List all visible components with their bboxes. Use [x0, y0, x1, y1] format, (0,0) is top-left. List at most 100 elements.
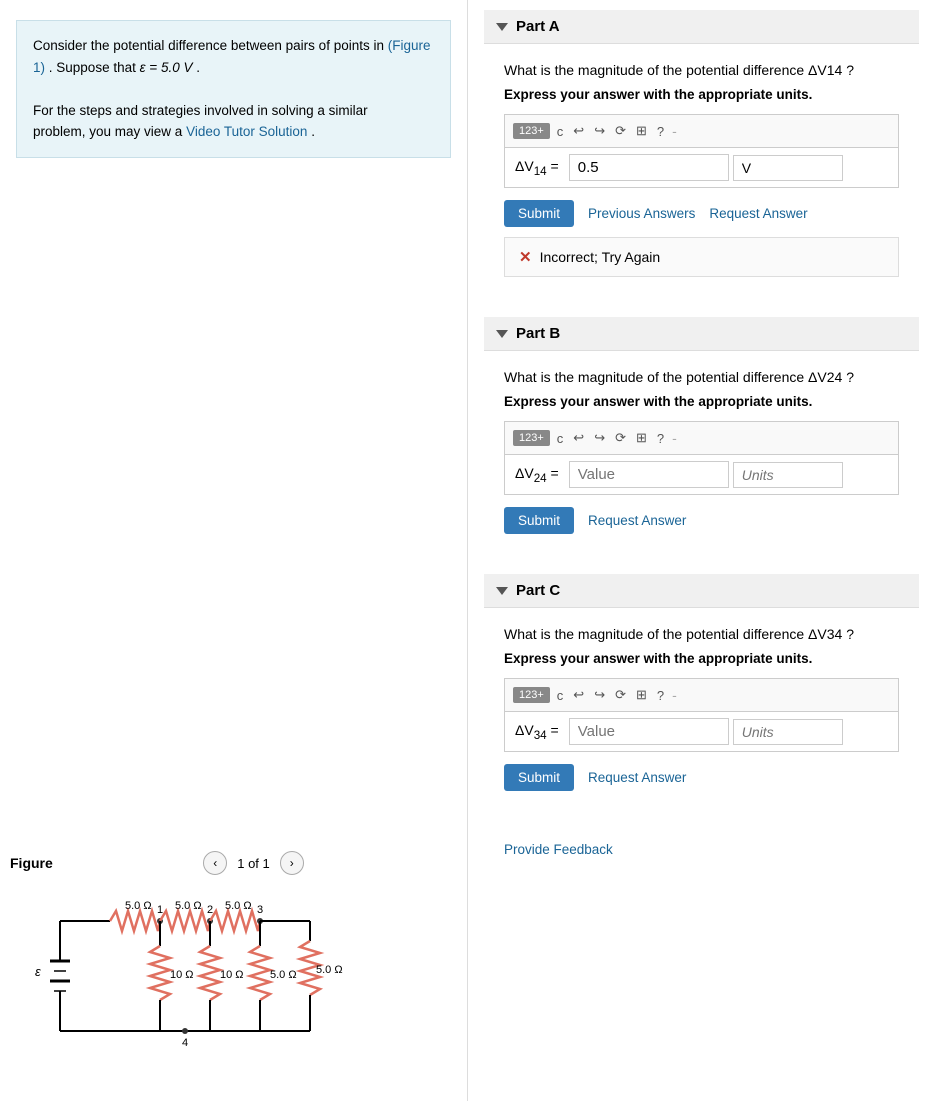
- part-a-value-input[interactable]: [569, 154, 729, 181]
- part-c-title: Part C: [516, 582, 560, 599]
- part-c-value-input[interactable]: [569, 718, 729, 745]
- part-b-toolbar: 123+ c ↩ ↪ ⟳ ⊞ ? -: [504, 421, 899, 454]
- part-a-question: What is the magnitude of the potential d…: [504, 60, 899, 81]
- svg-text:5.0 Ω: 5.0 Ω: [316, 964, 343, 976]
- part-a-submit-row: Submit Previous Answers Request Answer: [504, 200, 899, 227]
- part-a-answer-row: ΔV14 =: [504, 147, 899, 188]
- part-b-undo-icon[interactable]: ↩: [570, 428, 587, 448]
- part-b-title: Part B: [516, 325, 560, 342]
- part-c-grid-icon[interactable]: ⊞: [633, 685, 650, 705]
- part-c-units-input[interactable]: [733, 719, 843, 745]
- part-a-submit-btn[interactable]: Submit: [504, 200, 574, 227]
- part-a-label: ΔV14 =: [515, 158, 559, 178]
- part-b-collapse-icon[interactable]: [496, 330, 508, 338]
- part-c-undo-icon[interactable]: ↩: [570, 685, 587, 705]
- svg-text:2: 2: [207, 904, 213, 916]
- part-b-value-input[interactable]: [569, 461, 729, 488]
- part-c-123-btn[interactable]: 123+: [513, 687, 550, 703]
- part-c-sep: -: [672, 687, 677, 703]
- part-b-header: Part B: [484, 317, 919, 351]
- incorrect-text: Incorrect; Try Again: [540, 249, 661, 265]
- svg-text:5.0 Ω: 5.0 Ω: [175, 900, 202, 912]
- part-b-refresh-icon[interactable]: ⟳: [612, 428, 629, 448]
- part-a-grid-icon[interactable]: ⊞: [633, 121, 650, 141]
- part-a-incorrect-box: ✕ Incorrect; Try Again: [504, 237, 899, 277]
- feedback-area: Provide Feedback: [484, 831, 919, 867]
- svg-text:4: 4: [182, 1037, 188, 1049]
- video-tutor-link[interactable]: Video Tutor Solution: [186, 124, 307, 139]
- left-panel: Consider the potential difference betwee…: [0, 0, 468, 1101]
- part-c-answer-row: ΔV34 =: [504, 711, 899, 752]
- svg-text:ε: ε: [35, 964, 41, 979]
- part-c-submit-btn[interactable]: Submit: [504, 764, 574, 791]
- part-c-label: ΔV34 =: [515, 722, 559, 742]
- incorrect-x-icon: ✕: [519, 248, 532, 266]
- part-a-units-input[interactable]: [733, 155, 843, 181]
- part-c-toolbar: 123+ c ↩ ↪ ⟳ ⊞ ? -: [504, 678, 899, 711]
- part-a-undo-icon[interactable]: ↩: [570, 121, 587, 141]
- part-a-title: Part A: [516, 18, 560, 35]
- part-c-content: What is the magnitude of the potential d…: [484, 624, 919, 811]
- part-c-toolbar-c[interactable]: c: [554, 686, 567, 705]
- part-a-help-icon[interactable]: ?: [654, 122, 667, 141]
- next-figure-btn[interactable]: ›: [280, 851, 304, 875]
- part-a-toolbar: 123+ c ↩ ↪ ⟳ ⊞ ? -: [504, 114, 899, 147]
- part-a-header: Part A: [484, 10, 919, 44]
- svg-text:10 Ω: 10 Ω: [220, 969, 244, 981]
- part-b-submit-btn[interactable]: Submit: [504, 507, 574, 534]
- part-b-content: What is the magnitude of the potential d…: [484, 367, 919, 554]
- part-b-submit-row: Submit Request Answer: [504, 507, 899, 534]
- part-b-label: ΔV24 =: [515, 465, 559, 485]
- part-c-collapse-icon[interactable]: [496, 587, 508, 595]
- part-a-redo-icon[interactable]: ↪: [591, 121, 608, 141]
- part-b-express: Express your answer with the appropriate…: [504, 394, 899, 409]
- part-a-sep: -: [672, 123, 677, 139]
- part-c-submit-row: Submit Request Answer: [504, 764, 899, 791]
- part-b-help-icon[interactable]: ?: [654, 429, 667, 448]
- part-b-answer-row: ΔV24 =: [504, 454, 899, 495]
- part-a-collapse-icon[interactable]: [496, 23, 508, 31]
- emf-value: ε = 5.0 V: [140, 60, 193, 75]
- svg-text:5.0 Ω: 5.0 Ω: [125, 900, 152, 912]
- part-c-help-icon[interactable]: ?: [654, 686, 667, 705]
- part-b-sep: -: [672, 430, 677, 446]
- part-c-refresh-icon[interactable]: ⟳: [612, 685, 629, 705]
- part-b-question: What is the magnitude of the potential d…: [504, 367, 899, 388]
- svg-text:1: 1: [157, 904, 163, 916]
- part-a-toolbar-c[interactable]: c: [554, 122, 567, 141]
- circuit-diagram: ε 5.0 Ω 1 5.0 Ω 2 5.0 Ω 3: [30, 881, 457, 1071]
- part-c-redo-icon[interactable]: ↪: [591, 685, 608, 705]
- part-a-express: Express your answer with the appropriate…: [504, 87, 899, 102]
- part-b-123-btn[interactable]: 123+: [513, 430, 550, 446]
- part-c-section: Part C What is the magnitude of the pote…: [484, 574, 919, 811]
- part-a-prev-answers-link[interactable]: Previous Answers: [588, 206, 695, 221]
- problem-text-2: For the steps and strategies involved in…: [33, 100, 434, 143]
- figure-label: Figure: [10, 855, 53, 871]
- part-a-123-btn[interactable]: 123+: [513, 123, 550, 139]
- part-a-refresh-icon[interactable]: ⟳: [612, 121, 629, 141]
- part-b-section: Part B What is the magnitude of the pote…: [484, 317, 919, 554]
- svg-text:5.0 Ω: 5.0 Ω: [225, 900, 252, 912]
- part-c-request-answer-link[interactable]: Request Answer: [588, 770, 686, 785]
- figure-count: 1 of 1: [237, 856, 270, 871]
- svg-text:3: 3: [257, 904, 263, 916]
- part-c-question: What is the magnitude of the potential d…: [504, 624, 899, 645]
- figure-nav: ‹ 1 of 1 ›: [50, 851, 457, 875]
- problem-box: Consider the potential difference betwee…: [16, 20, 451, 158]
- part-b-redo-icon[interactable]: ↪: [591, 428, 608, 448]
- part-a-content: What is the magnitude of the potential d…: [484, 60, 919, 297]
- provide-feedback-link[interactable]: Provide Feedback: [504, 842, 613, 857]
- part-c-header: Part C: [484, 574, 919, 608]
- part-b-units-input[interactable]: [733, 462, 843, 488]
- part-b-grid-icon[interactable]: ⊞: [633, 428, 650, 448]
- part-b-request-answer-link[interactable]: Request Answer: [588, 513, 686, 528]
- right-panel: Part A What is the magnitude of the pote…: [468, 0, 935, 1101]
- part-a-section: Part A What is the magnitude of the pote…: [484, 10, 919, 297]
- part-c-express: Express your answer with the appropriate…: [504, 651, 899, 666]
- svg-text:10 Ω: 10 Ω: [170, 969, 194, 981]
- part-a-request-answer-link[interactable]: Request Answer: [709, 206, 807, 221]
- problem-text-1: Consider the potential difference betwee…: [33, 35, 434, 78]
- svg-text:5.0 Ω: 5.0 Ω: [270, 969, 297, 981]
- part-b-toolbar-c[interactable]: c: [554, 429, 567, 448]
- prev-figure-btn[interactable]: ‹: [203, 851, 227, 875]
